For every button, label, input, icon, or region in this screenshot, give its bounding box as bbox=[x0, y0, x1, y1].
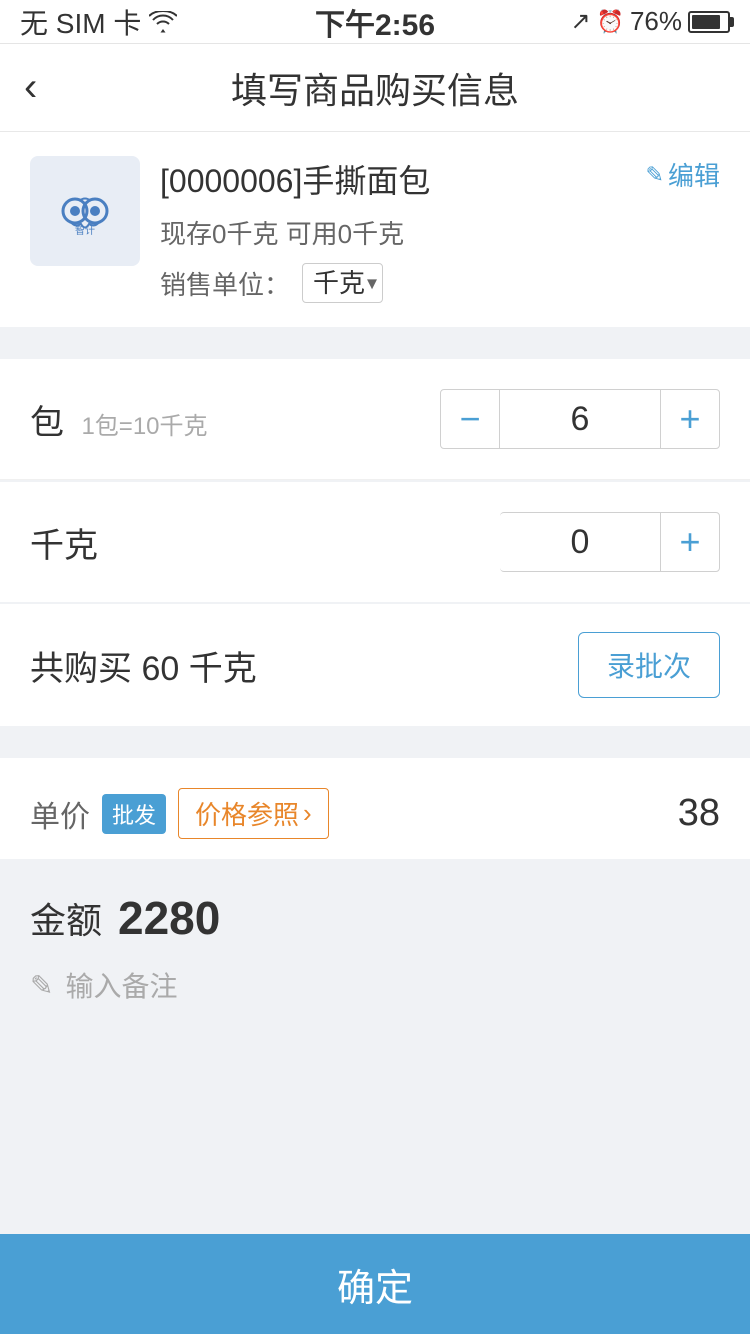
amount-label: 金额 bbox=[30, 892, 102, 944]
alarm-icon: ⏰ bbox=[597, 9, 624, 35]
product-unit-row: 销售单位： 千克 包 bbox=[160, 263, 720, 303]
bag-minus-button[interactable]: − bbox=[440, 389, 500, 449]
unit-select-wrapper[interactable]: 千克 包 bbox=[302, 263, 383, 303]
unit-select[interactable]: 千克 包 bbox=[302, 263, 383, 303]
battery-icon bbox=[688, 11, 730, 33]
back-button[interactable]: ‹ bbox=[24, 65, 37, 110]
kg-plus-button[interactable]: + bbox=[660, 512, 720, 572]
edit-button[interactable]: ✎ 编辑 bbox=[646, 156, 720, 193]
page-title: 填写商品购买信息 bbox=[231, 62, 519, 114]
unit-label: 销售单位： bbox=[160, 265, 290, 302]
amount-row: 金额 2280 bbox=[30, 891, 720, 945]
price-row: 单价 批发 价格参照 › 38 bbox=[30, 788, 720, 839]
kg-section: 千克 + bbox=[0, 482, 750, 602]
time-display: 下午2:56 bbox=[315, 0, 435, 44]
bag-section: 包 1包=10千克 − + bbox=[0, 359, 750, 480]
price-badge: 批发 bbox=[102, 794, 166, 834]
separator-2 bbox=[0, 742, 750, 758]
kg-label: 千克 bbox=[30, 518, 500, 567]
product-card: 智计 [0000006]手撕面包 现存0千克 可用0千克 销售单位： 千克 包 … bbox=[0, 132, 750, 327]
total-row: 共购买 60 千克 录批次 bbox=[0, 604, 750, 726]
confirm-label: 确定 bbox=[337, 1257, 413, 1312]
price-value: 38 bbox=[678, 792, 720, 835]
owl-logo-icon: 智计 bbox=[55, 186, 115, 236]
product-name: [0000006]手撕面包 bbox=[160, 156, 720, 202]
kg-quantity-input[interactable] bbox=[500, 512, 660, 572]
price-label: 单价 bbox=[30, 792, 90, 836]
batch-button[interactable]: 录批次 bbox=[578, 632, 720, 698]
bag-quantity-row: 包 1包=10千克 − + bbox=[0, 359, 750, 480]
bag-label: 包 1包=10千克 bbox=[30, 395, 440, 444]
status-left: 无 SIM 卡 bbox=[20, 2, 177, 42]
price-section: 单价 批发 价格参照 › 38 bbox=[0, 758, 750, 859]
price-reference-button[interactable]: 价格参照 › bbox=[178, 788, 329, 839]
remark-row[interactable]: ✎ 输入备注 bbox=[30, 965, 720, 1025]
kg-quantity-controls: + bbox=[500, 512, 720, 572]
nav-bar: ‹ 填写商品购买信息 bbox=[0, 44, 750, 132]
product-thumbnail: 智计 bbox=[30, 156, 140, 266]
amount-section: 金额 2280 ✎ 输入备注 bbox=[0, 861, 750, 1025]
svg-text:智计: 智计 bbox=[75, 224, 95, 236]
bag-plus-button[interactable]: + bbox=[660, 389, 720, 449]
bag-sublabel: 1包=10千克 bbox=[81, 413, 207, 440]
pencil-icon: ✎ bbox=[30, 969, 53, 1002]
remark-placeholder[interactable]: 输入备注 bbox=[65, 965, 177, 1005]
product-info: [0000006]手撕面包 现存0千克 可用0千克 销售单位： 千克 包 bbox=[160, 156, 720, 303]
bag-quantity-input[interactable] bbox=[500, 389, 660, 449]
battery-percent: 76% bbox=[630, 6, 682, 37]
amount-value: 2280 bbox=[118, 891, 220, 945]
separator-1 bbox=[0, 343, 750, 359]
wifi-icon bbox=[149, 11, 177, 33]
location-icon: ↗ bbox=[570, 7, 590, 36]
status-bar: 无 SIM 卡 下午2:56 ↗ ⏰ 76% bbox=[0, 0, 750, 44]
status-right: ↗ ⏰ 76% bbox=[570, 6, 730, 37]
total-text: 共购买 60 千克 bbox=[30, 641, 257, 690]
carrier-text: 无 SIM 卡 bbox=[20, 2, 141, 42]
confirm-button[interactable]: 确定 bbox=[0, 1234, 750, 1334]
product-stock: 现存0千克 可用0千克 bbox=[160, 214, 720, 251]
bag-quantity-controls: − + bbox=[440, 389, 720, 449]
kg-quantity-row: 千克 + bbox=[0, 482, 750, 602]
